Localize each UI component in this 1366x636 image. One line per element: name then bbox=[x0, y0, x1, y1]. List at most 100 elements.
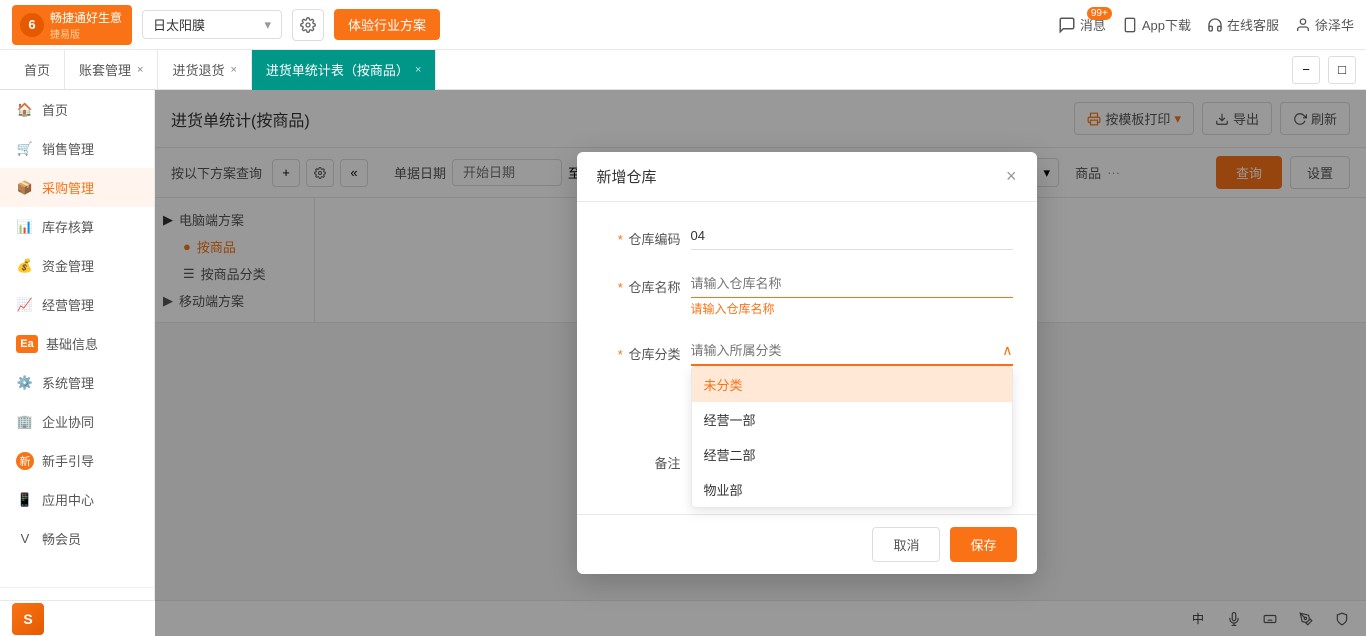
tab-purchase-stats-label: 进货单统计表（按商品） bbox=[266, 60, 409, 79]
app-download-label: App下载 bbox=[1142, 15, 1191, 34]
main-layout: 🏠 首页 🛒 销售管理 📦 采购管理 📊 库存核算 💰 资金管理 📈 经营管理 … bbox=[0, 90, 1366, 636]
tab-purchase-stats[interactable]: 进货单统计表（按商品） × bbox=[252, 50, 436, 90]
cancel-button[interactable]: 取消 bbox=[872, 527, 940, 562]
name-required: * bbox=[618, 280, 623, 295]
gear-button[interactable] bbox=[292, 9, 324, 41]
management-icon: 📈 bbox=[16, 296, 34, 314]
sidebar-label-apps: 应用中心 bbox=[42, 490, 94, 509]
logo-sub: 捷易版 bbox=[50, 26, 122, 41]
classif-label: * 仓库分类 bbox=[601, 337, 681, 363]
dialog-header: 新增仓库 × bbox=[577, 152, 1037, 202]
sidebar-item-purchase[interactable]: 📦 采购管理 bbox=[0, 168, 154, 207]
inventory-icon: 📊 bbox=[16, 218, 34, 236]
sidebar-label-home: 首页 bbox=[42, 100, 68, 119]
tab-maximize-button[interactable]: □ bbox=[1328, 56, 1356, 84]
logo-text-area: 畅捷通好生意 捷易版 bbox=[50, 9, 122, 41]
sidebar-item-member[interactable]: V 畅会员 bbox=[0, 519, 154, 558]
online-service-item[interactable]: 在线客服 bbox=[1207, 15, 1279, 34]
tab-minimize-button[interactable]: − bbox=[1292, 56, 1320, 84]
code-required: * bbox=[618, 232, 623, 247]
guide-icon: 新 bbox=[16, 452, 34, 470]
dialog-close-button[interactable]: × bbox=[1006, 166, 1017, 187]
store-name: 日太阳膜 bbox=[153, 15, 205, 34]
dropdown-item-dept1[interactable]: 经营一部 bbox=[692, 402, 1012, 437]
classif-required: * bbox=[618, 347, 623, 362]
code-form-row: * 仓库编码 bbox=[601, 222, 1013, 250]
app-download-item[interactable]: App下载 bbox=[1122, 15, 1191, 34]
note-label: 备注 bbox=[601, 446, 681, 472]
classif-chevron-icon[interactable]: ∧ bbox=[1002, 342, 1012, 359]
tab-purchase-return-close[interactable]: × bbox=[230, 64, 236, 76]
classif-form-row: * 仓库分类 ∧ 未分类 经营一部 经营二部 物业部 bbox=[601, 337, 1013, 366]
gear-icon bbox=[300, 17, 316, 33]
trial-button[interactable]: 体验行业方案 bbox=[334, 9, 440, 40]
sidebar-label-purchase: 采购管理 bbox=[42, 178, 94, 197]
purchase-icon: 📦 bbox=[16, 179, 34, 197]
classif-input[interactable] bbox=[691, 337, 1003, 364]
online-service-label: 在线客服 bbox=[1227, 15, 1279, 34]
dropdown-item-dept3[interactable]: 物业部 bbox=[692, 472, 1012, 507]
logo-text: 畅捷通好生意 bbox=[50, 9, 122, 26]
sidebar: 🏠 首页 🛒 销售管理 📦 采购管理 📊 库存核算 💰 资金管理 📈 经营管理 … bbox=[0, 90, 155, 636]
top-bar: 6 畅捷通好生意 捷易版 日太阳膜 ▾ 体验行业方案 99+ 消息 App下载 … bbox=[0, 0, 1366, 50]
tab-purchase-stats-close[interactable]: × bbox=[415, 64, 421, 76]
sidebar-label-system: 系统管理 bbox=[42, 373, 94, 392]
sidebar-item-apps[interactable]: 📱 应用中心 bbox=[0, 480, 154, 519]
tab-purchase-return-label: 进货退货 bbox=[172, 60, 224, 79]
code-input[interactable] bbox=[691, 222, 1013, 250]
dialog-footer: 取消 保存 bbox=[577, 514, 1037, 574]
message-icon bbox=[1058, 16, 1076, 34]
messages-item[interactable]: 99+ 消息 bbox=[1058, 15, 1106, 34]
classif-dropdown: 未分类 经营一部 经营二部 物业部 bbox=[691, 366, 1013, 508]
sidebar-label-cooperate: 企业协同 bbox=[42, 412, 94, 431]
user-area[interactable]: 徐泽华 bbox=[1295, 15, 1354, 34]
tab-bar: 首页 账套管理 × 进货退货 × 进货单统计表（按商品） × − □ bbox=[0, 50, 1366, 90]
sidebar-item-cooperate[interactable]: 🏢 企业协同 bbox=[0, 402, 154, 441]
sidebar-label-finance: 资金管理 bbox=[42, 256, 94, 275]
chevron-down-icon: ▾ bbox=[264, 17, 271, 33]
sidebar-item-finance[interactable]: 💰 资金管理 bbox=[0, 246, 154, 285]
phone-icon bbox=[1122, 17, 1138, 33]
classif-field-wrap: ∧ 未分类 经营一部 经营二部 物业部 bbox=[691, 337, 1013, 366]
top-bar-right: 99+ 消息 App下载 在线客服 徐泽华 bbox=[1058, 15, 1354, 34]
tab-account[interactable]: 账套管理 × bbox=[65, 50, 158, 90]
sidebar-item-basic-info[interactable]: Ea 基础信息 bbox=[0, 324, 154, 363]
sidebar-item-guide[interactable]: 新 新手引导 bbox=[0, 441, 154, 480]
finance-icon: 💰 bbox=[16, 257, 34, 275]
system-icon: ⚙️ bbox=[16, 374, 34, 392]
sidebar-label-inventory: 库存核算 bbox=[42, 217, 94, 236]
sales-icon: 🛒 bbox=[16, 140, 34, 158]
dropdown-item-unclassified[interactable]: 未分类 bbox=[692, 367, 1012, 402]
tab-account-close[interactable]: × bbox=[137, 64, 143, 76]
member-icon: V bbox=[16, 530, 34, 548]
cooperate-icon: 🏢 bbox=[16, 413, 34, 431]
name-form-row: * 仓库名称 请输入仓库名称 bbox=[601, 270, 1013, 317]
name-error-msg: 请输入仓库名称 bbox=[691, 300, 1013, 317]
logo-icon: 6 bbox=[20, 13, 44, 37]
sidebar-label-management: 经营管理 bbox=[42, 295, 94, 314]
content-area: 进货单统计(按商品) 按模板打印 ▾ 导出 刷新 按以下方案查询 bbox=[155, 90, 1366, 636]
tab-purchase-return[interactable]: 进货退货 × bbox=[158, 50, 251, 90]
headset-icon bbox=[1207, 17, 1223, 33]
store-selector[interactable]: 日太阳膜 ▾ bbox=[142, 10, 282, 39]
name-label: * 仓库名称 bbox=[601, 270, 681, 296]
sidebar-item-sales[interactable]: 🛒 销售管理 bbox=[0, 129, 154, 168]
dropdown-item-dept2[interactable]: 经营二部 bbox=[692, 437, 1012, 472]
name-input[interactable] bbox=[691, 270, 1013, 298]
logo-area: 6 畅捷通好生意 捷易版 bbox=[12, 5, 132, 45]
sidebar-label-basic-info: 基础信息 bbox=[46, 334, 98, 353]
sidebar-item-system[interactable]: ⚙️ 系统管理 bbox=[0, 363, 154, 402]
basic-info-icon: Ea bbox=[16, 335, 38, 353]
sidebar-item-inventory[interactable]: 📊 库存核算 bbox=[0, 207, 154, 246]
sidebar-item-management[interactable]: 📈 经营管理 bbox=[0, 285, 154, 324]
code-field-wrap bbox=[691, 222, 1013, 250]
dialog-title: 新增仓库 bbox=[597, 166, 657, 187]
apps-icon: 📱 bbox=[16, 491, 34, 509]
add-warehouse-dialog: 新增仓库 × * 仓库编码 * bbox=[577, 152, 1037, 574]
dialog-body: * 仓库编码 * 仓库名称 请输入仓库名称 bbox=[577, 202, 1037, 514]
sidebar-item-home[interactable]: 🏠 首页 bbox=[0, 90, 154, 129]
user-icon bbox=[1295, 17, 1311, 33]
name-field-wrap: 请输入仓库名称 bbox=[691, 270, 1013, 317]
tab-home[interactable]: 首页 bbox=[10, 50, 65, 90]
save-button[interactable]: 保存 bbox=[950, 527, 1016, 562]
